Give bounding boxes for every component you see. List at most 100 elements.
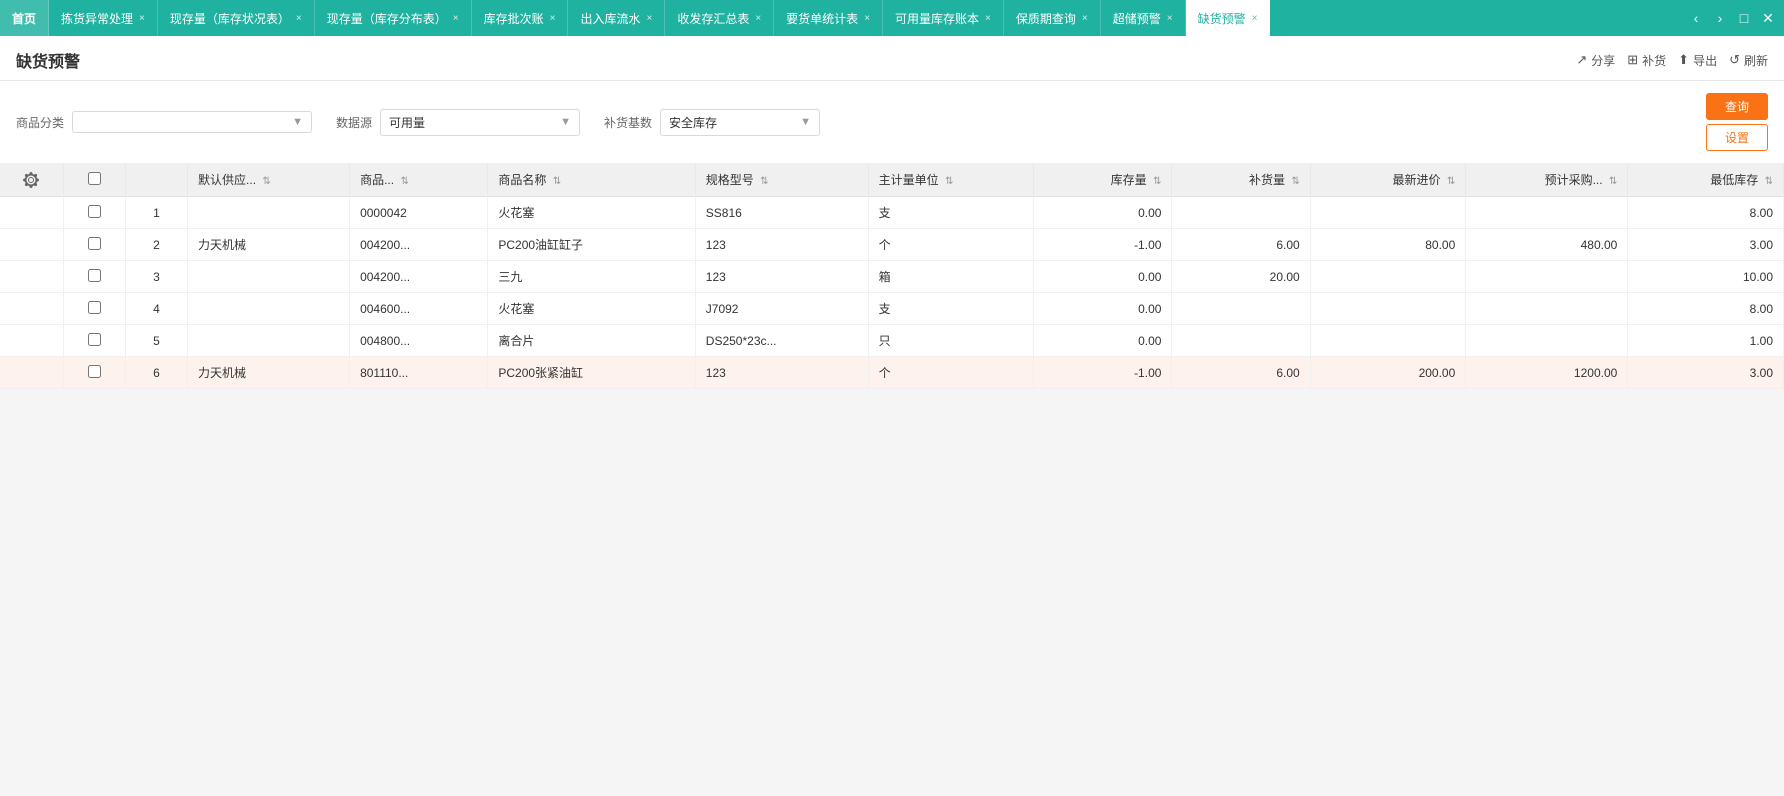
header-stock[interactable]: 库存量 ⇅	[1034, 163, 1172, 197]
tab-restore-button[interactable]: □	[1732, 6, 1756, 30]
export-button[interactable]: ⬆ 导出	[1678, 52, 1717, 69]
tab-nav-buttons: ‹ › □ ✕	[1680, 6, 1784, 30]
category-select[interactable]: ▼	[72, 111, 312, 133]
tab-stock-dist[interactable]: 现存量（库存分布表）×	[315, 0, 472, 36]
replenish-base-select-value: 安全库存	[669, 114, 792, 131]
table-container: 默认供应... ⇅ 商品... ⇅ 商品名称 ⇅ 规格型号 ⇅	[0, 163, 1784, 389]
tab-prev-button[interactable]: ‹	[1684, 6, 1708, 30]
row-replenish-3: 20.00	[1172, 261, 1310, 293]
tab-close-icon-batch[interactable]: ×	[550, 13, 556, 24]
tab-close-icon-expiry[interactable]: ×	[1082, 13, 1088, 24]
header-checkbox[interactable]	[63, 163, 125, 197]
tab-exception[interactable]: 拣货异常处理×	[49, 0, 158, 36]
row-replenish-1	[1172, 197, 1310, 229]
header-unit[interactable]: 主计量单位 ⇅	[868, 163, 1034, 197]
row-checkbox-6[interactable]	[88, 365, 101, 378]
row-min-stock-2: 3.00	[1628, 229, 1784, 261]
data-table: 默认供应... ⇅ 商品... ⇅ 商品名称 ⇅ 规格型号 ⇅	[0, 163, 1784, 389]
tab-order-stat[interactable]: 要货单统计表×	[774, 0, 883, 36]
header-estimated-label: 预计采购...	[1545, 173, 1603, 187]
row-checkbox-4[interactable]	[88, 301, 101, 314]
row-goods-name-6: PC200张紧油缸	[488, 357, 695, 389]
row-spec-5: DS250*23c...	[695, 325, 868, 357]
row-replenish-4	[1172, 293, 1310, 325]
header-estimated[interactable]: 预计采购... ⇅	[1466, 163, 1628, 197]
header-min-stock[interactable]: 最低库存 ⇅	[1628, 163, 1784, 197]
header-replenish[interactable]: 补货量 ⇅	[1172, 163, 1310, 197]
row-checkbox-2[interactable]	[88, 237, 101, 250]
tab-recv-pay[interactable]: 收发存汇总表 ×	[665, 0, 774, 36]
row-unit-2: 个	[868, 229, 1034, 261]
share-button[interactable]: ↗ 分享	[1576, 52, 1615, 69]
tab-close-icon-exception[interactable]: ×	[139, 13, 145, 24]
datasource-label: 数据源	[336, 114, 372, 131]
row-min-stock-5: 1.00	[1628, 325, 1784, 357]
tab-close-icon-recv-pay[interactable]: ×	[755, 13, 761, 24]
tab-close-icon-available-ledger[interactable]: ×	[985, 13, 991, 24]
replenish-button[interactable]: ⊞ 补货	[1627, 52, 1666, 69]
tab-inout-flow[interactable]: 出入库流水×	[568, 0, 665, 36]
row-supplier-2: 力天机械	[188, 229, 350, 261]
tab-next-button[interactable]: ›	[1708, 6, 1732, 30]
tab-stock-status[interactable]: 现存量（库存状况表）×	[158, 0, 315, 36]
settings-button[interactable]: 设置	[1706, 124, 1768, 151]
row-checkbox-cell-5	[63, 325, 125, 357]
replenish-base-chevron-icon: ▼	[800, 116, 811, 128]
tab-close-icon-overstock[interactable]: ×	[1167, 13, 1173, 24]
tab-expiry[interactable]: 保质期查询×	[1004, 0, 1101, 36]
header-gear[interactable]	[0, 163, 63, 197]
tab-label-recv-pay: 收发存汇总表	[677, 10, 749, 27]
row-checkbox-1[interactable]	[88, 205, 101, 218]
tab-home[interactable]: 首页	[0, 0, 49, 36]
row-goods-code-6: 801110...	[350, 357, 488, 389]
page-header: 缺货预警 ↗ 分享 ⊞ 补货 ⬆ 导出 ↺ 刷新	[0, 36, 1784, 81]
tab-close-icon-order-stat[interactable]: ×	[864, 13, 870, 24]
row-spec-3: 123	[695, 261, 868, 293]
tab-batch[interactable]: 库存批次账×	[472, 0, 569, 36]
row-min-stock-1: 8.00	[1628, 197, 1784, 229]
tab-close-icon-shortage[interactable]: ×	[1252, 13, 1258, 24]
stock-sort-icon: ⇅	[1153, 176, 1161, 187]
refresh-button[interactable]: ↺ 刷新	[1729, 52, 1768, 69]
query-button[interactable]: 查询	[1706, 93, 1768, 120]
row-gear-1	[0, 197, 63, 229]
row-replenish-6: 6.00	[1172, 357, 1310, 389]
datasource-select[interactable]: 可用量 ▼	[380, 109, 580, 136]
tab-label-home: 首页	[12, 10, 36, 27]
supplier-sort-icon: ⇅	[262, 176, 270, 187]
tab-close-icon-stock-dist[interactable]: ×	[453, 13, 459, 24]
datasource-chevron-icon: ▼	[560, 116, 571, 128]
tab-available-ledger[interactable]: 可用量库存账本×	[883, 0, 1004, 36]
row-checkbox-5[interactable]	[88, 333, 101, 346]
select-all-checkbox[interactable]	[88, 172, 101, 185]
tab-close-icon-stock-status[interactable]: ×	[296, 13, 302, 24]
export-icon: ⬆	[1678, 52, 1689, 68]
header-latest-price[interactable]: 最新进价 ⇅	[1310, 163, 1466, 197]
row-unit-3: 箱	[868, 261, 1034, 293]
header-goods-code[interactable]: 商品... ⇅	[350, 163, 488, 197]
header-no	[125, 163, 187, 197]
row-supplier-6: 力天机械	[188, 357, 350, 389]
unit-sort-icon: ⇅	[945, 176, 953, 187]
header-goods-name[interactable]: 商品名称 ⇅	[488, 163, 695, 197]
tab-bar: 首页拣货异常处理×现存量（库存状况表）×现存量（库存分布表）×库存批次账×出入库…	[0, 0, 1784, 36]
header-supplier[interactable]: 默认供应... ⇅	[188, 163, 350, 197]
row-estimated-5	[1466, 325, 1628, 357]
tab-close-icon-inout-flow[interactable]: ×	[646, 13, 652, 24]
datasource-filter-group: 数据源 可用量 ▼	[336, 109, 580, 136]
tab-shortage[interactable]: 缺货预警 ×	[1186, 0, 1271, 36]
share-icon: ↗	[1576, 52, 1587, 68]
row-checkbox-3[interactable]	[88, 269, 101, 282]
header-spec[interactable]: 规格型号 ⇅	[695, 163, 868, 197]
row-gear-3	[0, 261, 63, 293]
row-checkbox-cell-1	[63, 197, 125, 229]
tab-overstock[interactable]: 超储预警×	[1101, 0, 1186, 36]
header-latest-price-label: 最新进价	[1393, 173, 1441, 187]
row-spec-4: J7092	[695, 293, 868, 325]
tab-label-shortage: 缺货预警	[1198, 10, 1246, 27]
replenish-icon: ⊞	[1627, 52, 1638, 68]
tab-close-button[interactable]: ✕	[1756, 6, 1780, 30]
replenish-base-select[interactable]: 安全库存 ▼	[660, 109, 820, 136]
row-no-4: 4	[125, 293, 187, 325]
row-unit-4: 支	[868, 293, 1034, 325]
